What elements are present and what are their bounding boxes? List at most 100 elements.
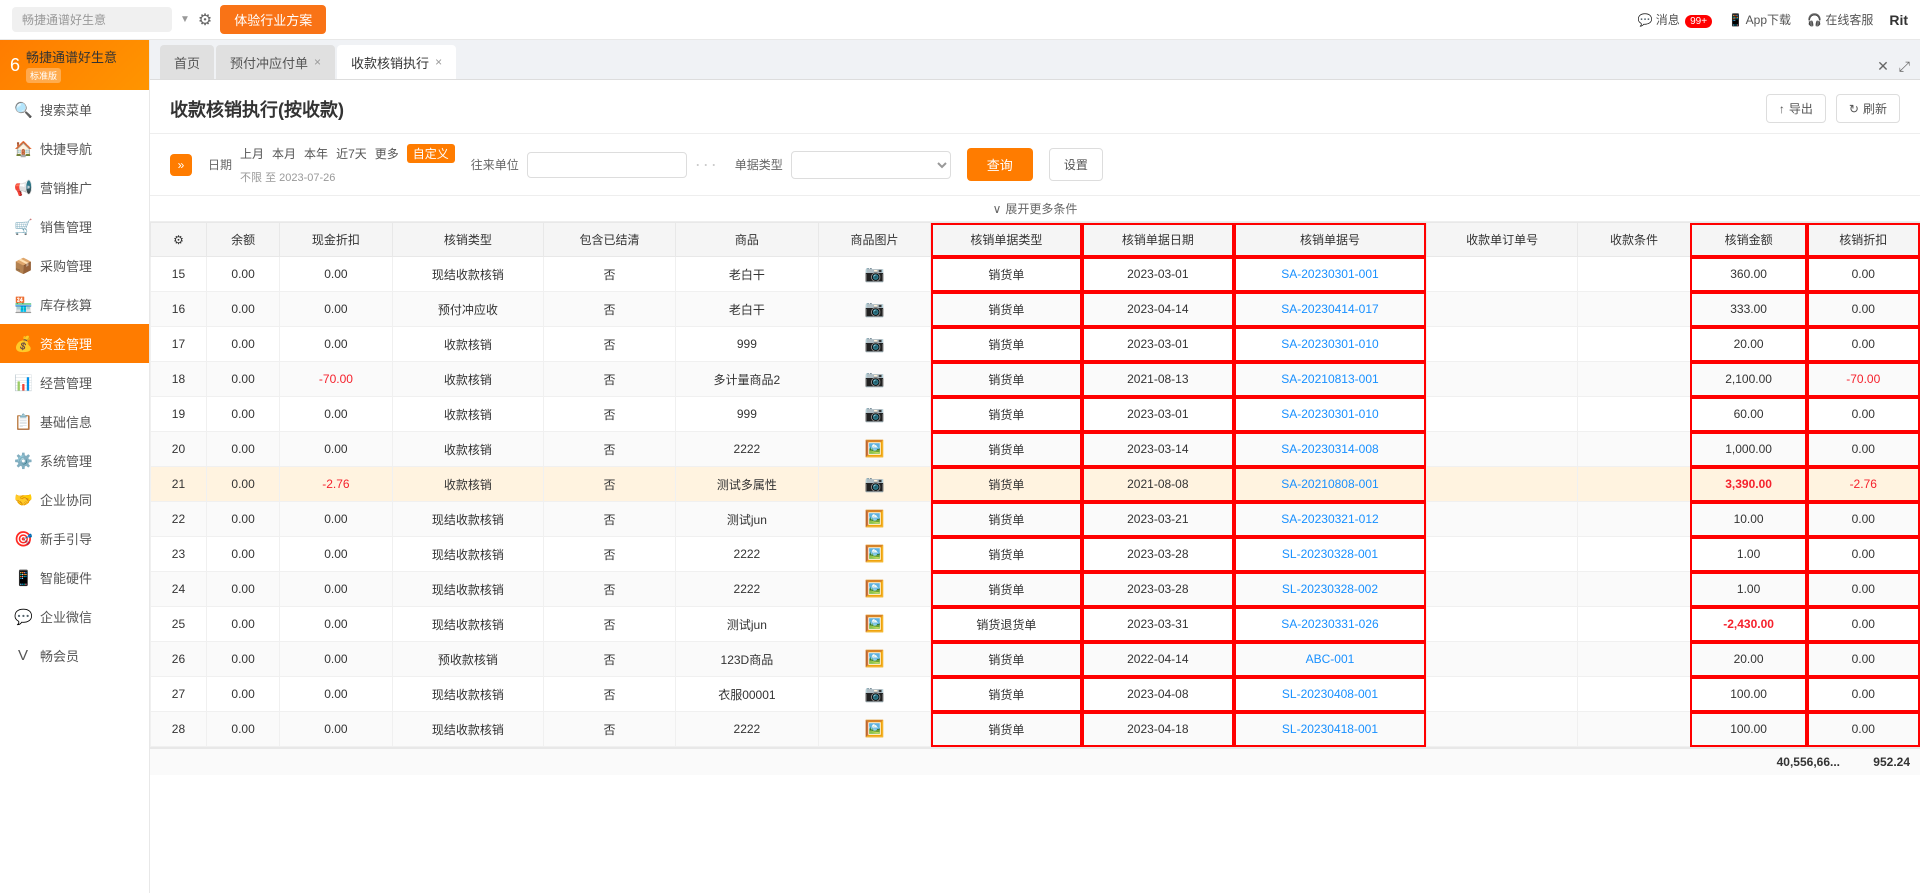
- app-download-link[interactable]: 📱 App下载: [1728, 11, 1791, 28]
- sidebar-item-system[interactable]: ⚙️ 系统管理: [0, 441, 149, 480]
- sidebar-item-hardware[interactable]: 📱 智能硬件: [0, 558, 149, 597]
- tab-maximize-icon[interactable]: ⤢: [1899, 58, 1910, 75]
- cell-order-no: [1426, 362, 1577, 397]
- sidebar-item-marketing[interactable]: 📢 营销推广: [0, 168, 149, 207]
- sidebar-item-finance[interactable]: 💰 资金管理: [0, 324, 149, 363]
- bill-no-link[interactable]: SA-20230414-017: [1281, 302, 1378, 316]
- messages-icon[interactable]: 💬 消息 99+: [1637, 11, 1712, 28]
- industry-button[interactable]: 体验行业方案: [220, 5, 326, 34]
- app-download-label: App下载: [1746, 13, 1791, 27]
- online-service-link[interactable]: 🎧 在线客服: [1807, 11, 1873, 28]
- cell-goods: 123D商品: [675, 642, 818, 677]
- cell-goods: 衣服00001: [675, 677, 818, 712]
- bill-no-link[interactable]: SL-20230408-001: [1282, 687, 1378, 701]
- cell-bill-type: 销货单: [931, 502, 1082, 537]
- date-range-display: 不限 至 2023-07-26: [240, 169, 455, 185]
- bill-no-link[interactable]: SA-20210813-001: [1281, 372, 1378, 386]
- from-unit-input[interactable]: [527, 152, 687, 178]
- tab-writeoff[interactable]: 收款核销执行 ×: [337, 45, 456, 79]
- logo-icon: 6: [10, 55, 20, 76]
- sidebar-item-search[interactable]: 🔍 搜索菜单: [0, 90, 149, 129]
- date-opt-more[interactable]: 更多: [375, 145, 399, 162]
- cell-payment-cond: [1578, 257, 1690, 292]
- purchase-icon: 📦: [14, 257, 32, 275]
- cell-discount: 0.00: [1807, 712, 1920, 747]
- date-opt-custom[interactable]: 自定义: [407, 144, 455, 163]
- tab-prepay-close[interactable]: ×: [314, 55, 321, 69]
- filter-bar: » 日期 上月 本月 本年 近7天 更多 自定义 不限 至 2023-07-26: [150, 134, 1920, 196]
- refresh-button[interactable]: ↻ 刷新: [1836, 94, 1900, 123]
- cell-bill-type: 销货退货单: [931, 607, 1082, 642]
- sidebar-item-member[interactable]: V 畅会员: [0, 636, 149, 675]
- sidebar-item-inventory[interactable]: 🏪 库存核算: [0, 285, 149, 324]
- query-button[interactable]: 查询: [967, 148, 1033, 181]
- table-body: 15 0.00 0.00 现结收款核销 否 老白干 📷 销货单 2023-03-…: [151, 257, 1920, 747]
- bill-type-select[interactable]: [791, 151, 951, 179]
- bill-no-link[interactable]: SA-20230331-026: [1281, 617, 1378, 631]
- filter-bill-type-group: 单据类型: [735, 151, 951, 179]
- sidebar-item-basic[interactable]: 📋 基础信息: [0, 402, 149, 441]
- cell-bill-date: 2023-03-01: [1082, 327, 1233, 362]
- tab-close-all-icon[interactable]: ✕: [1877, 58, 1889, 75]
- sidebar-item-weixin[interactable]: 💬 企业微信: [0, 597, 149, 636]
- th-payment-cond: 收款条件: [1578, 223, 1690, 257]
- basic-icon: 📋: [14, 413, 32, 431]
- sidebar-item-collab[interactable]: 🤝 企业协同: [0, 480, 149, 519]
- cell-bill-no: SL-20230328-001: [1234, 537, 1427, 572]
- header-actions: ↑ 导出 ↻ 刷新: [1766, 94, 1900, 123]
- sidebar-item-guide[interactable]: 🎯 新手引导: [0, 519, 149, 558]
- date-opt-this-year[interactable]: 本年: [304, 145, 328, 162]
- bill-no-link[interactable]: SL-20230418-001: [1282, 722, 1378, 736]
- cell-bill-no: SA-20230301-010: [1234, 327, 1427, 362]
- cell-goods: 测试jun: [675, 607, 818, 642]
- chevron-down-icon: ∨: [993, 202, 1002, 216]
- bill-no-link[interactable]: SA-20230321-012: [1281, 512, 1378, 526]
- cell-type: 收款核销: [392, 397, 543, 432]
- table-row: 15 0.00 0.00 现结收款核销 否 老白干 📷 销货单 2023-03-…: [151, 257, 1920, 292]
- cell-goods-img: 📷: [818, 677, 930, 712]
- cell-cash-discount: 0.00: [280, 572, 392, 607]
- table-row: 21 0.00 -2.76 收款核销 否 测试多属性 📷 销货单 2021-08…: [151, 467, 1920, 502]
- cell-bill-date: 2022-04-14: [1082, 642, 1233, 677]
- tab-prepay[interactable]: 预付冲应付单 ×: [216, 45, 335, 79]
- cell-bill-no: SA-20230301-001: [1234, 257, 1427, 292]
- cell-goods-img: 📷: [818, 397, 930, 432]
- filter-dates: 上月 本月 本年 近7天 更多 自定义 不限 至 2023-07-26: [240, 144, 455, 185]
- date-opt-7days[interactable]: 近7天: [336, 145, 367, 162]
- filter-expand-button[interactable]: »: [170, 154, 192, 176]
- cell-balance: 0.00: [206, 327, 279, 362]
- tab-home[interactable]: 首页: [160, 45, 214, 79]
- bill-no-link[interactable]: SA-20230301-010: [1281, 337, 1378, 351]
- cell-discount: 0.00: [1807, 572, 1920, 607]
- tab-writeoff-close[interactable]: ×: [435, 55, 442, 69]
- cell-bill-no: SA-20210813-001: [1234, 362, 1427, 397]
- inventory-icon: 🏪: [14, 296, 32, 314]
- export-button[interactable]: ↑ 导出: [1766, 94, 1826, 123]
- date-opt-this-month[interactable]: 本月: [272, 145, 296, 162]
- sidebar-item-purchase[interactable]: 📦 采购管理: [0, 246, 149, 285]
- sidebar-item-label: 采购管理: [40, 256, 92, 275]
- date-opt-last-month[interactable]: 上月: [240, 145, 264, 162]
- cell-balance: 0.00: [206, 607, 279, 642]
- bill-no-link[interactable]: SA-20230314-008: [1281, 442, 1378, 456]
- bill-no-link[interactable]: SA-20230301-010: [1281, 407, 1378, 421]
- bill-no-link[interactable]: SA-20210808-001: [1281, 477, 1378, 491]
- cell-type: 预收款核销: [392, 642, 543, 677]
- sidebar-item-sales[interactable]: 🛒 销售管理: [0, 207, 149, 246]
- sidebar-item-operation[interactable]: 📊 经营管理: [0, 363, 149, 402]
- cell-amount: -2,430.00: [1690, 607, 1807, 642]
- bill-no-link[interactable]: SL-20230328-002: [1282, 582, 1378, 596]
- bill-no-link[interactable]: SA-20230301-001: [1281, 267, 1378, 281]
- sidebar-item-nav[interactable]: 🏠 快捷导航: [0, 129, 149, 168]
- marketing-icon: 📢: [14, 179, 32, 197]
- dropdown-arrow-icon[interactable]: ▼: [180, 14, 190, 25]
- th-settings[interactable]: ⚙: [151, 223, 207, 257]
- bill-no-link[interactable]: ABC-001: [1306, 652, 1355, 666]
- cell-payment-cond: [1578, 642, 1690, 677]
- expand-more-button[interactable]: ∨ 展开更多条件: [993, 200, 1078, 217]
- bill-no-link[interactable]: SL-20230328-001: [1282, 547, 1378, 561]
- gear-icon[interactable]: ⚙: [198, 10, 212, 30]
- cell-payment-cond: [1578, 537, 1690, 572]
- settings-button[interactable]: 设置: [1049, 148, 1103, 181]
- table-row: 22 0.00 0.00 现结收款核销 否 测试jun 🖼️ 销货单 2023-…: [151, 502, 1920, 537]
